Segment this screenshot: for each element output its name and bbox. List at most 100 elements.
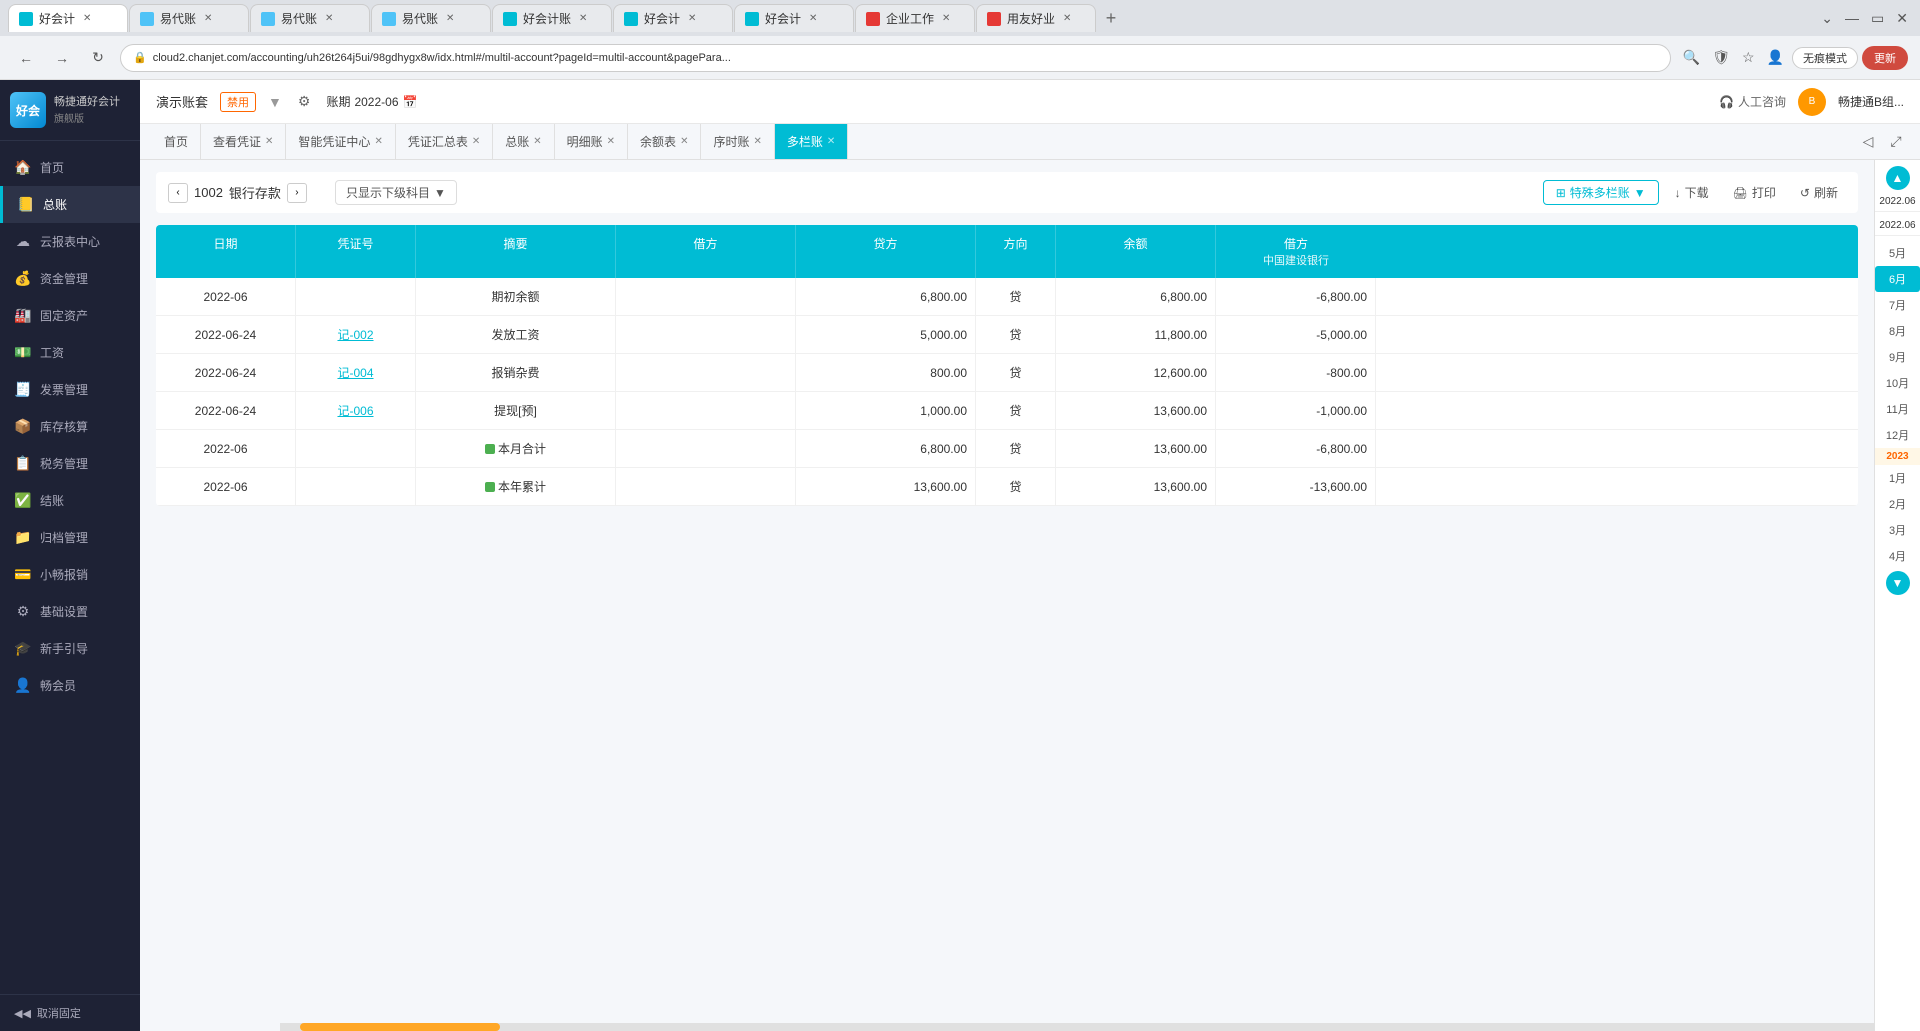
sidebar-item-home[interactable]: 🏠 首页 bbox=[0, 149, 140, 186]
url-input[interactable]: 🔒 cloud2.chanjet.com/accounting/uh26t264… bbox=[120, 44, 1671, 72]
tab-close-voucher[interactable]: ✕ bbox=[265, 136, 273, 147]
page-tab-detail[interactable]: 明细账 ✕ bbox=[555, 124, 628, 160]
print-btn[interactable]: 🖨 打印 bbox=[1725, 181, 1784, 204]
sidebar-item-fund[interactable]: 💰 资金管理 bbox=[0, 260, 140, 297]
page-tab-general[interactable]: 总账 ✕ bbox=[493, 124, 554, 160]
cal-month-2023-2[interactable]: 2月 bbox=[1875, 491, 1920, 517]
cal-scroll-up-btn[interactable]: ▲ bbox=[1886, 166, 1910, 190]
tab-close-general[interactable]: ✕ bbox=[533, 136, 541, 147]
browser-tab-active[interactable]: 好会计 ✕ bbox=[8, 4, 128, 32]
cal-month-5[interactable]: 5月 bbox=[1875, 240, 1920, 266]
sidebar-item-settlement[interactable]: ✅ 结账 bbox=[0, 482, 140, 519]
page-tab-multicolumn[interactable]: 多栏账 ✕ bbox=[775, 124, 848, 160]
cal-month-6[interactable]: 6月 bbox=[1875, 266, 1920, 292]
period-selector[interactable]: 账期 2022-06 📅 bbox=[326, 93, 417, 110]
sidebar-item-inventory[interactable]: 📦 库存核算 bbox=[0, 408, 140, 445]
browser-tab-2[interactable]: 易代账 ✕ bbox=[250, 4, 370, 32]
browser-tab-3[interactable]: 易代账 ✕ bbox=[371, 4, 491, 32]
minimize-btn[interactable]: — bbox=[1841, 8, 1863, 28]
tab-close-btn[interactable]: ✕ bbox=[579, 13, 587, 24]
tab-close-btn[interactable]: ✕ bbox=[83, 13, 91, 24]
tab-close-btn[interactable]: ✕ bbox=[942, 13, 950, 24]
sidebar-item-tax[interactable]: 📋 税务管理 bbox=[0, 445, 140, 482]
forward-btn[interactable]: → bbox=[48, 44, 76, 72]
horizontal-scrollbar[interactable] bbox=[280, 1023, 1874, 1031]
page-tab-summary[interactable]: 凭证汇总表 ✕ bbox=[396, 124, 493, 160]
browser-tab-4[interactable]: 好会计账 ✕ bbox=[492, 4, 612, 32]
shield-icon[interactable]: 🛡 bbox=[1708, 45, 1734, 70]
browser-tab-8[interactable]: 用友好业 ✕ bbox=[976, 4, 1096, 32]
tab-close-smart[interactable]: ✕ bbox=[374, 136, 382, 147]
pin-toggle[interactable]: ◀◀ 取消固定 bbox=[0, 994, 140, 1031]
gear-icon[interactable]: ⚙ bbox=[294, 89, 315, 114]
search-icon[interactable]: 🔍 bbox=[1679, 45, 1704, 70]
next-account-btn[interactable]: › bbox=[287, 183, 307, 203]
sidebar-item-expense[interactable]: 💳 小畅报销 bbox=[0, 556, 140, 593]
no-trace-btn[interactable]: 无痕模式 bbox=[1792, 47, 1858, 69]
page-tab-home[interactable]: 首页 bbox=[152, 124, 201, 160]
cal-month-2023-1[interactable]: 1月 bbox=[1875, 465, 1920, 491]
cal-month-2023-4[interactable]: 4月 bbox=[1875, 543, 1920, 569]
star-icon[interactable]: ☆ bbox=[1738, 45, 1759, 70]
page-tab-balance[interactable]: 余额表 ✕ bbox=[628, 124, 701, 160]
sidebar-item-invoice[interactable]: 🧾 发票管理 bbox=[0, 371, 140, 408]
tab-close-btn[interactable]: ✕ bbox=[204, 13, 212, 24]
prev-account-btn[interactable]: ‹ bbox=[168, 183, 188, 203]
tab-close-summary[interactable]: ✕ bbox=[472, 136, 480, 147]
tab-close-sequence[interactable]: ✕ bbox=[753, 136, 761, 147]
collapse-panel-btn[interactable]: ◁ bbox=[1856, 130, 1880, 154]
cal-month-7[interactable]: 7月 bbox=[1875, 292, 1920, 318]
cal-month-11[interactable]: 11月 bbox=[1875, 396, 1920, 422]
scroll-thumb[interactable] bbox=[300, 1023, 500, 1031]
tab-close-btn[interactable]: ✕ bbox=[446, 13, 454, 24]
sidebar-item-archive[interactable]: 📁 归档管理 bbox=[0, 519, 140, 556]
restore-btn[interactable]: ▭ bbox=[1867, 8, 1888, 29]
user-avatar[interactable]: B bbox=[1798, 88, 1826, 116]
special-multicolumn-btn[interactable]: ⊞ 特殊多栏账 ▼ bbox=[1543, 180, 1659, 205]
back-btn[interactable]: ← bbox=[12, 44, 40, 72]
service-btn[interactable]: 🎧 人工咨询 bbox=[1719, 93, 1786, 110]
update-btn[interactable]: 更新 bbox=[1862, 46, 1908, 70]
reload-btn[interactable]: ↻ bbox=[84, 44, 112, 72]
cal-month-9[interactable]: 9月 bbox=[1875, 344, 1920, 370]
tag-btn[interactable]: 禁用 bbox=[220, 92, 256, 112]
profile-icon[interactable]: 👤 bbox=[1763, 45, 1788, 70]
sidebar-item-member[interactable]: 👤 畅会员 bbox=[0, 667, 140, 704]
page-tab-voucher[interactable]: 查看凭证 ✕ bbox=[201, 124, 286, 160]
browser-tab-1[interactable]: 易代账 ✕ bbox=[129, 4, 249, 32]
td-voucher-link[interactable]: 记-004 bbox=[296, 354, 416, 391]
expand-panel-btn[interactable]: ⤢ bbox=[1884, 130, 1908, 154]
tab-close-detail[interactable]: ✕ bbox=[607, 136, 615, 147]
cal-scroll-down-btn[interactable]: ▼ bbox=[1886, 571, 1910, 595]
sidebar-item-salary[interactable]: 💵 工资 bbox=[0, 334, 140, 371]
new-tab-btn[interactable]: + bbox=[1097, 4, 1125, 32]
browser-tab-7[interactable]: 企业工作 ✕ bbox=[855, 4, 975, 32]
tab-list-btn[interactable]: ⌄ bbox=[1817, 8, 1837, 29]
cal-month-12[interactable]: 12月 bbox=[1875, 422, 1920, 448]
tab-close-multicolumn[interactable]: ✕ bbox=[827, 136, 835, 147]
tab-close-btn[interactable]: ✕ bbox=[809, 13, 817, 24]
sidebar-item-settings[interactable]: ⚙ 基础设置 bbox=[0, 593, 140, 630]
page-tab-smart[interactable]: 智能凭证中心 ✕ bbox=[286, 124, 395, 160]
browser-tab-6[interactable]: 好会计 ✕ bbox=[734, 4, 854, 32]
sidebar-item-ledger[interactable]: 📒 总账 bbox=[0, 186, 140, 223]
cal-month-8[interactable]: 8月 bbox=[1875, 318, 1920, 344]
td-voucher-link[interactable]: 记-006 bbox=[296, 392, 416, 429]
sidebar-item-assets[interactable]: 🏭 固定资产 bbox=[0, 297, 140, 334]
page-tab-sequence[interactable]: 序时账 ✕ bbox=[701, 124, 774, 160]
tab-close-btn[interactable]: ✕ bbox=[1063, 13, 1071, 24]
tab-close-balance[interactable]: ✕ bbox=[680, 136, 688, 147]
tab-close-btn[interactable]: ✕ bbox=[325, 13, 333, 24]
refresh-btn[interactable]: ↺ 刷新 bbox=[1792, 181, 1846, 204]
sidebar-item-report[interactable]: ☁ 云报表中心 bbox=[0, 223, 140, 260]
tag-dropdown-icon[interactable]: ▼ bbox=[268, 94, 282, 110]
tab-close-btn[interactable]: ✕ bbox=[688, 13, 696, 24]
cal-month-2023-3[interactable]: 3月 bbox=[1875, 517, 1920, 543]
download-btn[interactable]: ↓ 下载 bbox=[1667, 181, 1717, 204]
cal-month-10[interactable]: 10月 bbox=[1875, 370, 1920, 396]
filter-dropdown[interactable]: 只显示下级科目 ▼ bbox=[335, 180, 457, 205]
td-voucher-link[interactable]: 记-002 bbox=[296, 316, 416, 353]
browser-tab-5[interactable]: 好会计 ✕ bbox=[613, 4, 733, 32]
window-close-btn[interactable]: ✕ bbox=[1892, 8, 1912, 29]
sidebar-item-guide[interactable]: 🎓 新手引导 bbox=[0, 630, 140, 667]
